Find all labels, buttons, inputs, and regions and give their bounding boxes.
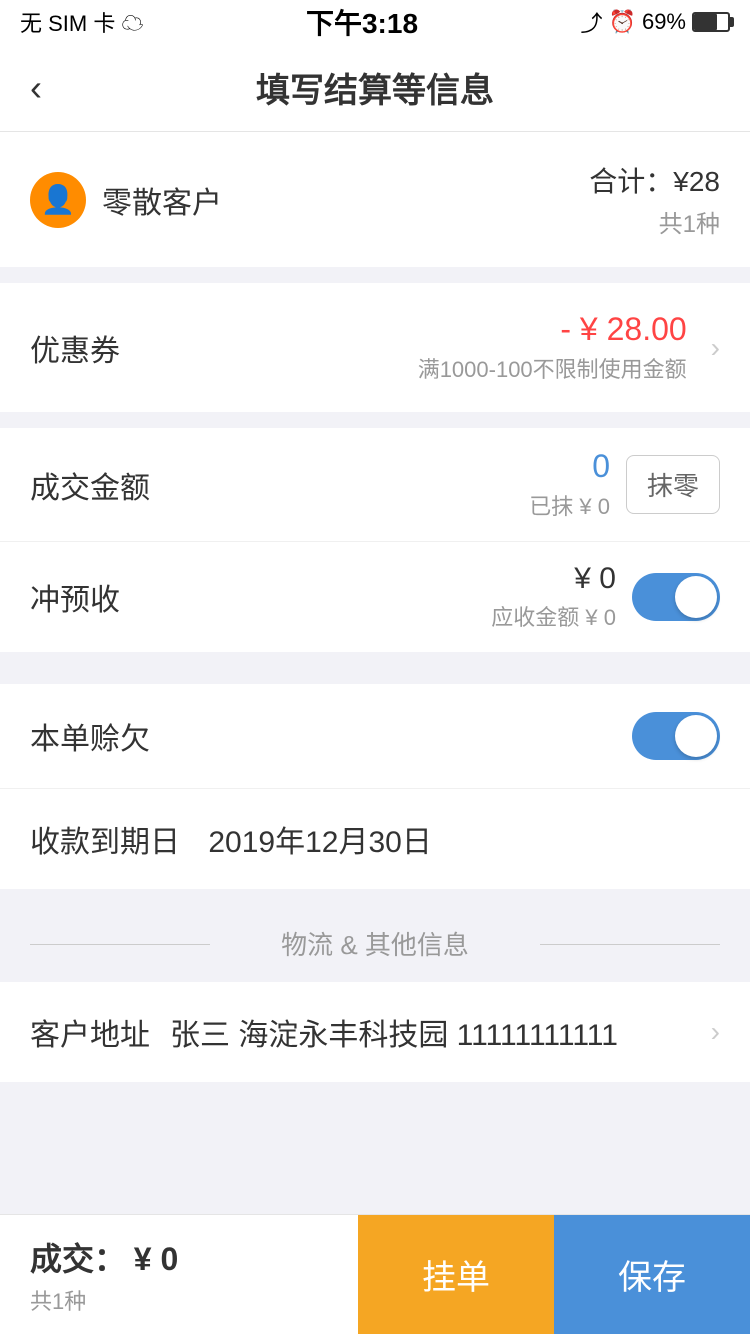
bottom-info: 成交： ¥ 0 共1种 xyxy=(0,1234,358,1316)
total-amount: 合计：¥28 xyxy=(589,160,720,200)
customer-total: 合计：¥28 共1种 xyxy=(589,160,720,239)
coupon-value: - ¥ 28.00 满1000-100不限制使用金额 xyxy=(418,311,687,384)
alarm-icon: ⏰ xyxy=(609,9,636,35)
battery-icon xyxy=(692,12,730,32)
back-button[interactable]: ‹ xyxy=(30,67,42,109)
due-date-label: 收款到期日 xyxy=(30,826,180,859)
status-bar: 无 SIM 卡 ☁ 下午3:18 ⤴ ⏰ 69% xyxy=(0,0,750,44)
hold-button[interactable]: 挂单 xyxy=(358,1215,554,1334)
main-content: 👤 零散客户 合计：¥28 共1种 优惠券 - ¥ 28.00 满1000-10… xyxy=(0,132,750,1212)
address-chevron-icon: › xyxy=(711,1016,720,1048)
address-value: 张三 海淀永丰科技园 11111111111 xyxy=(170,1010,691,1054)
prepay-amount: ¥ 0 xyxy=(491,562,616,596)
coupon-section: 优惠券 - ¥ 28.00 满1000-100不限制使用金额 › xyxy=(0,283,750,412)
bottom-bar: 成交： ¥ 0 共1种 挂单 保存 xyxy=(0,1214,750,1334)
section-divider-1 xyxy=(0,412,750,428)
deal-prefix: 成交： xyxy=(30,1241,126,1277)
prepay-label: 冲预收 xyxy=(30,575,120,619)
transaction-right: 0 已抹 ¥ 0 抹零 xyxy=(529,448,720,521)
status-time: 下午3:18 xyxy=(306,2,418,42)
prepay-toggle[interactable] xyxy=(632,573,720,621)
section-divider-2 xyxy=(0,652,750,668)
round-button[interactable]: 抹零 xyxy=(626,455,720,514)
customer-info: 👤 零散客户 xyxy=(30,172,222,228)
sim-label: 无 SIM 卡 ☁ xyxy=(20,6,143,38)
discount-desc: 满1000-100不限制使用金额 xyxy=(418,352,687,384)
logistics-label: 物流 & 其他信息 xyxy=(281,930,469,960)
prepay-value-wrapper: ¥ 0 应收金额 ¥ 0 xyxy=(491,562,616,632)
transaction-section: 成交金额 0 已抹 ¥ 0 抹零 冲预收 ¥ 0 应收金额 ¥ 0 xyxy=(0,428,750,652)
transaction-label: 成交金额 xyxy=(30,463,150,507)
customer-name: 零散客户 xyxy=(102,178,222,222)
transaction-sub: 已抹 ¥ 0 xyxy=(529,489,610,521)
prepay-sub: 应收金额 ¥ 0 xyxy=(491,600,616,632)
toggle-knob xyxy=(675,576,717,618)
status-left: 无 SIM 卡 ☁ xyxy=(20,6,143,38)
address-section: 客户地址 张三 海淀永丰科技园 11111111111 › xyxy=(0,982,750,1082)
chevron-right-icon: › xyxy=(711,332,720,364)
page-title: 填写结算等信息 xyxy=(256,63,494,112)
avatar: 👤 xyxy=(30,172,86,228)
coupon-right: - ¥ 28.00 满1000-100不限制使用金额 › xyxy=(418,311,720,384)
due-date-value: 2019年12月30日 xyxy=(208,826,431,859)
address-row[interactable]: 客户地址 张三 海淀永丰科技园 11111111111 › xyxy=(0,982,750,1082)
discount-amount: - ¥ 28.00 xyxy=(418,311,687,348)
status-right: ⤴ ⏰ 69% xyxy=(581,6,730,38)
debt-toggle-knob xyxy=(675,715,717,757)
debt-label: 本单赊欠 xyxy=(30,714,150,758)
prepay-row: 冲预收 ¥ 0 应收金额 ¥ 0 xyxy=(0,541,750,652)
transaction-row: 成交金额 0 已抹 ¥ 0 抹零 xyxy=(0,428,750,541)
logistics-header: 物流 & 其他信息 xyxy=(0,905,750,982)
address-label: 客户地址 xyxy=(30,1010,150,1054)
debt-toggle[interactable] xyxy=(632,712,720,760)
battery-label: 69% xyxy=(642,9,686,35)
debt-row: 本单赊欠 xyxy=(0,684,750,788)
deal-amount: ¥ 0 xyxy=(134,1241,178,1277)
prepay-right: ¥ 0 应收金额 ¥ 0 xyxy=(491,562,720,632)
customer-section: 👤 零散客户 合计：¥28 共1种 xyxy=(0,132,750,267)
location-icon: ⤴ xyxy=(581,6,603,38)
bottom-count: 共1种 xyxy=(30,1284,328,1316)
bottom-deal-label: 成交： ¥ 0 xyxy=(30,1234,328,1280)
transaction-value-wrapper: 0 已抹 ¥ 0 xyxy=(529,448,610,521)
coupon-label: 优惠券 xyxy=(30,326,120,370)
total-count: 共1种 xyxy=(589,204,720,239)
debt-section: 本单赊欠 收款到期日 2019年12月30日 xyxy=(0,684,750,889)
transaction-amount: 0 xyxy=(529,448,610,485)
nav-bar: ‹ 填写结算等信息 xyxy=(0,44,750,132)
coupon-row[interactable]: 优惠券 - ¥ 28.00 满1000-100不限制使用金额 › xyxy=(0,283,750,412)
avatar-icon: 👤 xyxy=(41,183,76,216)
save-button[interactable]: 保存 xyxy=(554,1215,750,1334)
due-date-row: 收款到期日 2019年12月30日 xyxy=(0,788,750,889)
